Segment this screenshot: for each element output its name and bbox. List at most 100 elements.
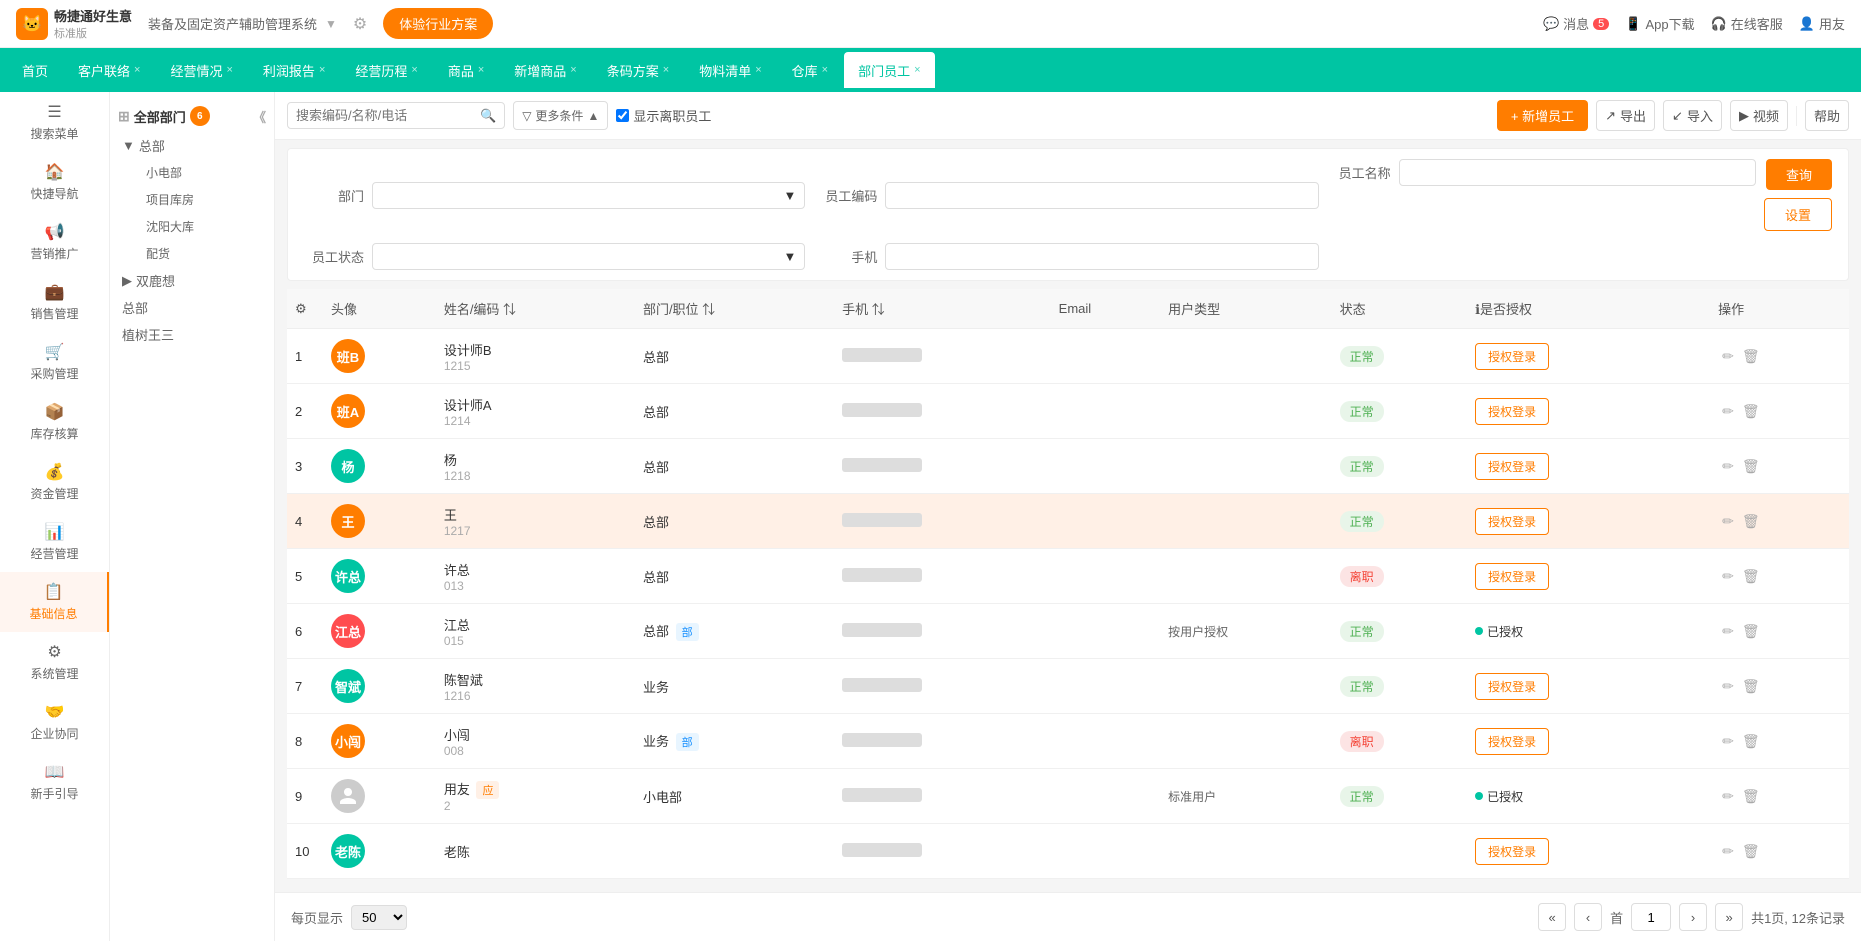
delete-btn[interactable]: 🗑 [1738, 511, 1764, 532]
sidebar-item-marketing[interactable]: 📢 营销推广 [0, 212, 109, 272]
col-dept[interactable]: 部门/职位 ⇅ [635, 289, 834, 329]
sidebar-item-purchase[interactable]: 🛒 采购管理 [0, 332, 109, 392]
edit-btn[interactable]: ✏ [1718, 621, 1738, 642]
nav-tab-barcode[interactable]: 条码方案 × [593, 52, 683, 88]
first-page-btn[interactable]: « [1538, 903, 1566, 931]
nav-tab-goods[interactable]: 商品 × [434, 52, 498, 88]
page-number-input[interactable] [1631, 903, 1671, 931]
auth-login-btn[interactable]: 授权登录 [1475, 343, 1549, 370]
edit-btn[interactable]: ✏ [1718, 731, 1738, 752]
delete-btn[interactable]: 🗑 [1738, 731, 1764, 752]
export-btn[interactable]: ↗ 导出 [1596, 100, 1655, 131]
auth-login-btn[interactable]: 授权登录 [1475, 453, 1549, 480]
sidebar-item-operation[interactable]: 📊 经营管理 [0, 512, 109, 572]
col-settings-icon[interactable]: ⚙ [295, 301, 307, 316]
auth-login-btn[interactable]: 授权登录 [1475, 398, 1549, 425]
system-dropdown-icon[interactable]: ▼ [325, 17, 337, 31]
edit-btn[interactable]: ✏ [1718, 566, 1738, 587]
status-select[interactable]: ▼ [372, 243, 805, 270]
nav-tab-warehouse[interactable]: 仓库 × [778, 52, 842, 88]
delete-btn[interactable]: 🗑 [1738, 841, 1764, 862]
nav-tab-customer[interactable]: 客户联络 × [64, 52, 154, 88]
delete-btn[interactable]: 🗑 [1738, 676, 1764, 697]
set-button[interactable]: 设置 [1764, 198, 1832, 231]
nav-tab-history[interactable]: 经营历程 × [341, 52, 431, 88]
import-btn[interactable]: ↙ 导入 [1663, 100, 1722, 131]
nav-tab-profit[interactable]: 利润报告 × [249, 52, 339, 88]
delete-btn[interactable]: 🗑 [1738, 786, 1764, 807]
show-resigned-checkbox[interactable] [616, 109, 629, 122]
nav-tab-department[interactable]: 部门员工 × [844, 52, 934, 88]
delete-btn[interactable]: 🗑 [1738, 346, 1764, 367]
nav-tab-bom[interactable]: 物料清单 × [685, 52, 775, 88]
col-settings[interactable]: ⚙ [287, 289, 323, 329]
online-service-item[interactable]: 🎧 在线客服 [1711, 14, 1783, 33]
more-filters-btn[interactable]: ▽ 更多条件 ▲ [513, 101, 608, 130]
sidebar-item-finance[interactable]: 💰 资金管理 [0, 452, 109, 512]
sidebar-item-guide[interactable]: 📖 新手引导 [0, 752, 109, 812]
auth-login-btn[interactable]: 授权登录 [1475, 563, 1549, 590]
settings-icon[interactable]: ⚙ [353, 14, 367, 34]
dept-sub-xiaodibu[interactable]: 小电部 [118, 159, 274, 186]
search-icon[interactable]: 🔍 [480, 108, 496, 124]
search-input[interactable] [296, 103, 476, 128]
dept-group-zhishu[interactable]: 植树王三 [110, 321, 274, 348]
next-page-btn[interactable]: › [1679, 903, 1707, 931]
close-icon[interactable]: × [134, 64, 140, 76]
sidebar-item-basic[interactable]: 📋 基础信息 [0, 572, 109, 632]
delete-btn[interactable]: 🗑 [1738, 401, 1764, 422]
help-btn[interactable]: 帮助 [1805, 100, 1849, 131]
close-icon[interactable]: × [755, 64, 761, 76]
sidebar-item-system[interactable]: ⚙ 系统管理 [0, 632, 109, 692]
last-page-btn[interactable]: » [1715, 903, 1743, 931]
per-page-select[interactable]: 50 100 200 [351, 905, 407, 930]
close-icon[interactable]: × [570, 64, 576, 76]
edit-btn[interactable]: ✏ [1718, 786, 1738, 807]
dept-group-zongbu2[interactable]: 总部 [110, 294, 274, 321]
delete-btn[interactable]: 🗑 [1738, 621, 1764, 642]
trial-button[interactable]: 体验行业方案 [383, 8, 493, 39]
dept-group-head[interactable]: ▼ 总部 [110, 132, 274, 159]
dept-sub-peihuo[interactable]: 配货 [118, 240, 274, 267]
emp-code-input[interactable] [885, 182, 1318, 209]
auth-login-btn[interactable]: 授权登录 [1475, 673, 1549, 700]
close-icon[interactable]: × [319, 64, 325, 76]
prev-page-btn[interactable]: ‹ [1574, 903, 1602, 931]
close-icon[interactable]: × [822, 64, 828, 76]
add-employee-btn[interactable]: + 新增员工 [1497, 100, 1588, 131]
col-name[interactable]: 姓名/编码 ⇅ [436, 289, 635, 329]
edit-btn[interactable]: ✏ [1718, 456, 1738, 477]
sidebar-item-quick[interactable]: 🏠 快捷导航 [0, 152, 109, 212]
edit-btn[interactable]: ✏ [1718, 511, 1738, 532]
message-item[interactable]: 💬 消息 5 [1543, 14, 1609, 33]
delete-btn[interactable]: 🗑 [1738, 456, 1764, 477]
edit-btn[interactable]: ✏ [1718, 346, 1738, 367]
collapse-icon[interactable]: 《 [253, 107, 266, 126]
app-download-item[interactable]: 📱 App下载 [1625, 14, 1694, 33]
edit-btn[interactable]: ✏ [1718, 676, 1738, 697]
dept-group-shuanglu[interactable]: ▶ 双鹿想 [110, 267, 274, 294]
close-icon[interactable]: × [411, 64, 417, 76]
dept-sub-shenyang[interactable]: 沈阳大库 [118, 213, 274, 240]
dept-sub-xiangmu[interactable]: 项目库房 [118, 186, 274, 213]
nav-tab-home[interactable]: 首页 [8, 52, 62, 88]
view-btn[interactable]: ▶ 视频 [1730, 100, 1788, 131]
edit-btn[interactable]: ✏ [1718, 841, 1738, 862]
auth-login-btn[interactable]: 授权登录 [1475, 508, 1549, 535]
sidebar-item-inventory[interactable]: 📦 库存核算 [0, 392, 109, 452]
close-icon[interactable]: × [914, 64, 920, 76]
nav-tab-new-goods[interactable]: 新增商品 × [500, 52, 590, 88]
col-phone[interactable]: 手机 ⇅ [834, 289, 1051, 329]
dept-select[interactable]: ▼ [372, 182, 805, 209]
close-icon[interactable]: × [663, 64, 669, 76]
sidebar-item-enterprise[interactable]: 🤝 企业协同 [0, 692, 109, 752]
sidebar-item-search[interactable]: ☰ 搜索菜单 [0, 92, 109, 152]
show-resigned-label[interactable]: 显示离职员工 [616, 106, 711, 125]
delete-btn[interactable]: 🗑 [1738, 566, 1764, 587]
sidebar-item-sales[interactable]: 💼 销售管理 [0, 272, 109, 332]
auth-login-btn[interactable]: 授权登录 [1475, 728, 1549, 755]
close-icon[interactable]: × [226, 64, 232, 76]
close-icon[interactable]: × [478, 64, 484, 76]
user-avatar[interactable]: 👤 用友 [1799, 14, 1845, 33]
nav-tab-operation[interactable]: 经营情况 × [156, 52, 246, 88]
